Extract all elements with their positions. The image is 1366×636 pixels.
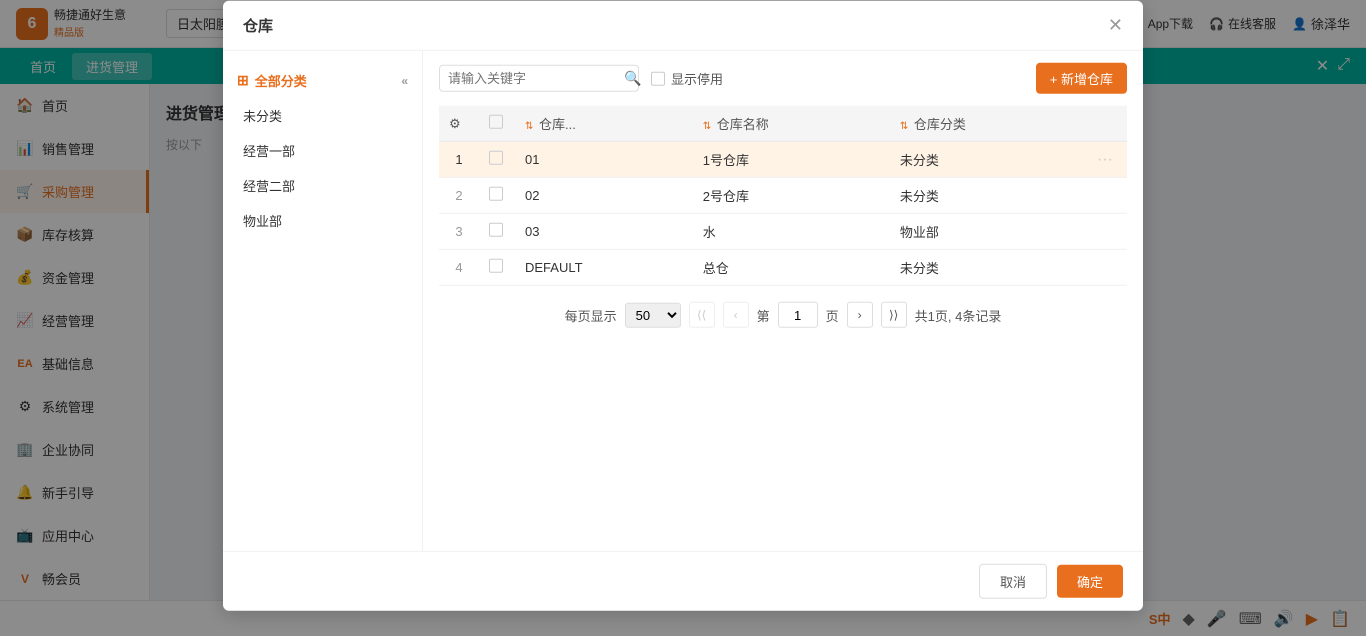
category-header[interactable]: ⊞ 全部分类 « [223,63,422,98]
collapse-icon[interactable]: « [401,73,408,87]
row-name: 总仓 [693,249,890,285]
col-gear-icon[interactable]: ⚙ [449,115,461,130]
search-input[interactable] [448,71,624,86]
table-row[interactable]: 3 03 水 物业部 [439,213,1127,249]
modal-footer: 取消 确定 [223,551,1143,611]
per-page-select[interactable]: 50 10 20 100 [625,302,681,327]
last-page-button[interactable]: ⟩⟩ [881,302,907,328]
col-actions [1087,106,1127,142]
total-label: 共1页, 4条记录 [915,305,1002,324]
pagination: 每页显示 50 10 20 100 ⟨⟨ ‹ 第 页 › ⟩⟩ 共1页, 4条记… [439,302,1127,328]
table-header-row: ⚙ ⇅ 仓库... ⇅ 仓库名称 [439,106,1127,142]
select-all-checkbox[interactable] [489,115,503,129]
row-more [1087,177,1127,213]
search-icon[interactable]: 🔍 [624,70,641,87]
confirm-button[interactable]: 确定 [1057,565,1123,598]
row-checkbox[interactable] [489,187,503,201]
col-category: ⇅ 仓库分类 [890,106,1087,142]
row-code: 01 [515,141,693,177]
modal-header: 仓库 ✕ [223,1,1143,51]
per-page-label: 每页显示 [565,305,617,324]
category-item-dept1[interactable]: 经营一部 [223,133,422,168]
cancel-button[interactable]: 取消 [979,564,1047,599]
table-row[interactable]: 2 02 2号仓库 未分类 [439,177,1127,213]
col-name: ⇅ 仓库名称 [693,106,890,142]
row-category: 未分类 [890,177,1087,213]
col-gear: ⚙ [439,106,479,142]
page-number-input[interactable] [778,302,818,328]
category-item-unclassified[interactable]: 未分类 [223,98,422,133]
row-num: 1 [439,141,479,177]
show-disabled-text: 显示停用 [671,69,723,88]
row-checkbox[interactable] [489,259,503,273]
row-checkbox-cell [479,177,515,213]
sort-cat-icon: ⇅ [900,121,908,132]
col-code: ⇅ 仓库... [515,106,693,142]
first-page-button[interactable]: ⟨⟨ [689,302,715,328]
row-num: 3 [439,213,479,249]
row-category: 物业部 [890,213,1087,249]
row-checkbox-cell [479,249,515,285]
row-checkbox-cell [479,141,515,177]
row-checkbox-cell [479,213,515,249]
row-category: 未分类 [890,141,1087,177]
row-more [1087,213,1127,249]
modal-title: 仓库 [243,15,273,36]
col-checkbox [479,106,515,142]
row-num: 2 [439,177,479,213]
table-toolbar: 🔍 显示停用 + 新增仓库 [439,63,1127,94]
grid-icon: ⊞ [237,72,249,89]
row-name: 1号仓库 [693,141,890,177]
warehouse-table: ⚙ ⇅ 仓库... ⇅ 仓库名称 [439,106,1127,286]
modal-close-button[interactable]: ✕ [1108,15,1123,36]
row-code: DEFAULT [515,249,693,285]
show-disabled-label[interactable]: 显示停用 [651,69,723,88]
warehouse-modal: 仓库 ✕ ⊞ 全部分类 « 未分类 经营一部 经营二部 物业部 🔍 [223,1,1143,611]
modal-body: ⊞ 全部分类 « 未分类 经营一部 经营二部 物业部 🔍 显示停用 + [223,51,1143,551]
page-label: 第 [757,305,770,324]
sort-name-icon: ⇅ [703,121,711,132]
search-box: 🔍 [439,65,639,92]
category-item-property[interactable]: 物业部 [223,203,422,238]
row-code: 02 [515,177,693,213]
sort-code-icon: ⇅ [525,121,533,132]
table-panel: 🔍 显示停用 + 新增仓库 ⚙ [423,51,1143,551]
page-suffix: 页 [826,305,839,324]
row-name: 2号仓库 [693,177,890,213]
row-category: 未分类 [890,249,1087,285]
more-dots-icon[interactable]: ··· [1097,150,1113,167]
row-code: 03 [515,213,693,249]
row-checkbox[interactable] [489,223,503,237]
row-num: 4 [439,249,479,285]
add-warehouse-button[interactable]: + 新增仓库 [1036,63,1127,94]
category-item-dept2[interactable]: 经营二部 [223,168,422,203]
table-row[interactable]: 1 01 1号仓库 未分类 ··· [439,141,1127,177]
show-disabled-checkbox[interactable] [651,71,665,85]
category-panel: ⊞ 全部分类 « 未分类 经营一部 经营二部 物业部 [223,51,423,551]
category-header-label: 全部分类 [255,71,307,90]
row-name: 水 [693,213,890,249]
prev-page-button[interactable]: ‹ [723,302,749,328]
table-row[interactable]: 4 DEFAULT 总仓 未分类 [439,249,1127,285]
row-checkbox[interactable] [489,151,503,165]
row-more [1087,249,1127,285]
next-page-button[interactable]: › [847,302,873,328]
row-more: ··· [1087,141,1127,177]
